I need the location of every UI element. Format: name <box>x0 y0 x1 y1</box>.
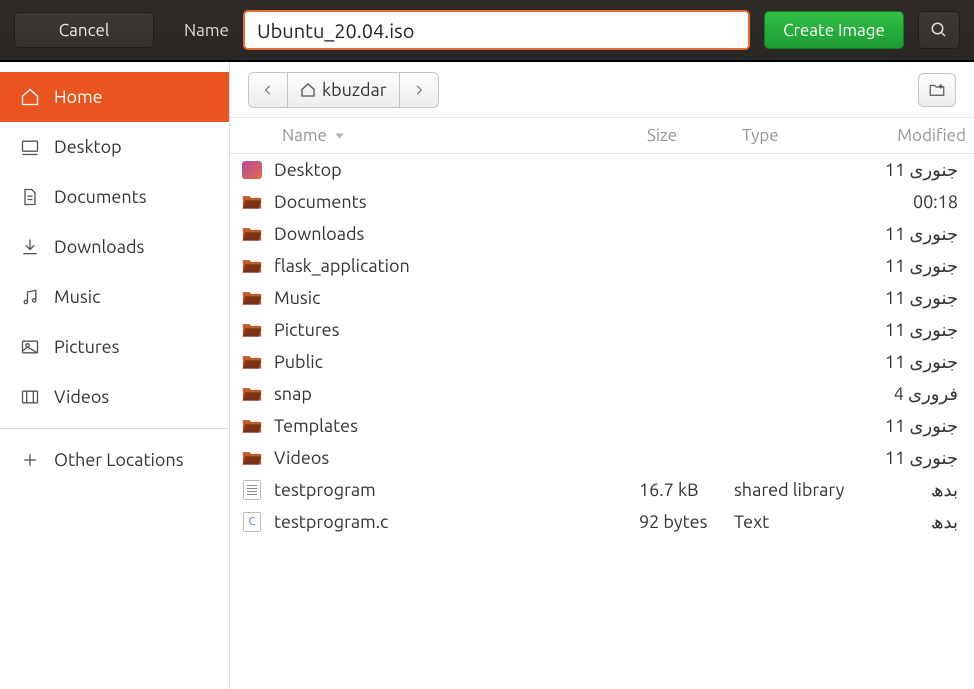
doc-icon <box>20 187 40 207</box>
sidebar-item-downloads[interactable]: Downloads <box>0 222 229 272</box>
sidebar-item-other-locations[interactable]: Other Locations <box>0 435 229 485</box>
c-file-icon: C <box>243 512 261 532</box>
file-name: testprogram <box>274 480 639 500</box>
file-name: Music <box>274 288 639 308</box>
video-icon <box>20 387 40 407</box>
sidebar-item-home[interactable]: Home <box>0 72 229 122</box>
file-name: snap <box>274 384 639 404</box>
sidebar-item-label: Desktop <box>54 137 122 157</box>
sidebar-item-documents[interactable]: Documents <box>0 172 229 222</box>
folder-icon <box>242 385 262 403</box>
file-type: Text <box>734 512 884 532</box>
cancel-button[interactable]: Cancel <box>14 12 154 48</box>
sidebar-item-label: Home <box>54 87 103 107</box>
file-row[interactable]: flask_application 11 جنوری <box>230 250 974 282</box>
file-row[interactable]: Music 11 جنوری <box>230 282 974 314</box>
folder-icon <box>242 417 262 435</box>
file-modified: 11 جنوری <box>884 320 974 341</box>
file-name: Templates <box>274 416 639 436</box>
search-icon <box>930 21 948 39</box>
file-row[interactable]: Ctestprogram.c92 bytesTextبدھ <box>230 506 974 538</box>
folder-icon <box>242 353 262 371</box>
folder-icon <box>242 449 262 467</box>
file-row[interactable]: testprogram16.7 kBshared libraryبدھ <box>230 474 974 506</box>
file-name: Pictures <box>274 320 639 340</box>
path-forward-button[interactable] <box>400 73 438 107</box>
home-icon <box>20 87 40 107</box>
chevron-right-icon <box>412 83 426 97</box>
file-row[interactable]: Pictures 11 جنوری <box>230 314 974 346</box>
search-button[interactable] <box>918 11 960 49</box>
column-size[interactable]: Size <box>639 126 734 145</box>
file-row[interactable]: snap 4 فروری <box>230 378 974 410</box>
folder-icon <box>242 289 262 307</box>
name-label: Name <box>184 21 229 40</box>
file-row[interactable]: Documents 00:18 <box>230 186 974 218</box>
new-folder-icon <box>928 81 946 99</box>
sidebar-item-label: Pictures <box>54 337 119 357</box>
file-row[interactable]: Downloads 11 جنوری <box>230 218 974 250</box>
file-name: flask_application <box>274 256 639 276</box>
sidebar-item-label: Documents <box>54 187 147 207</box>
file-name: Downloads <box>274 224 639 244</box>
file-modified: 11 جنوری <box>884 224 974 245</box>
filename-input[interactable] <box>243 10 750 50</box>
file-modified: 11 جنوری <box>884 160 974 181</box>
file-size: 92 bytes <box>639 512 734 532</box>
file-modified: 4 فروری <box>884 384 974 405</box>
chevron-left-icon <box>261 83 275 97</box>
download-icon <box>20 237 40 257</box>
new-folder-button[interactable] <box>918 73 956 107</box>
file-name: testprogram.c <box>274 512 639 532</box>
path-current[interactable]: kbuzdar <box>288 73 400 107</box>
file-modified: 00:18 <box>884 192 974 212</box>
file-name: Public <box>274 352 639 372</box>
path-current-label: kbuzdar <box>322 80 387 100</box>
file-type: shared library <box>734 480 884 500</box>
sidebar-item-label: Music <box>54 287 100 307</box>
sidebar-item-label: Other Locations <box>54 450 184 470</box>
file-name: Desktop <box>274 160 639 180</box>
folder-icon <box>242 257 262 275</box>
file-row[interactable]: Templates 11 جنوری <box>230 410 974 442</box>
folder-icon <box>242 225 262 243</box>
file-icon <box>243 480 261 500</box>
create-image-button[interactable]: Create Image <box>764 11 904 49</box>
file-size: 16.7 kB <box>639 480 734 500</box>
file-row[interactable]: Public 11 جنوری <box>230 346 974 378</box>
file-modified: بدھ <box>884 480 974 501</box>
sidebar-item-label: Videos <box>54 387 109 407</box>
desktop-icon <box>20 137 40 157</box>
file-modified: 11 جنوری <box>884 448 974 469</box>
picture-icon <box>20 337 40 357</box>
music-icon <box>20 287 40 307</box>
plus-icon <box>20 450 40 470</box>
file-row[interactable]: Desktop 11 جنوری <box>230 154 974 186</box>
column-name[interactable]: Name <box>274 126 639 145</box>
sidebar-item-videos[interactable]: Videos <box>0 372 229 422</box>
file-name: Documents <box>274 192 639 212</box>
folder-icon <box>242 321 262 339</box>
home-icon <box>300 82 316 98</box>
file-modified: 11 جنوری <box>884 352 974 373</box>
sort-desc-icon <box>333 129 346 142</box>
path-back-button[interactable] <box>249 73 288 107</box>
file-row[interactable]: Videos 11 جنوری <box>230 442 974 474</box>
sidebar-item-pictures[interactable]: Pictures <box>0 322 229 372</box>
desktop-icon <box>242 161 262 179</box>
column-type[interactable]: Type <box>734 126 884 145</box>
file-modified: بدھ <box>884 512 974 533</box>
sidebar-item-label: Downloads <box>54 237 144 257</box>
sidebar-item-desktop[interactable]: Desktop <box>0 122 229 172</box>
file-name: Videos <box>274 448 639 468</box>
sidebar-item-music[interactable]: Music <box>0 272 229 322</box>
file-modified: 11 جنوری <box>884 256 974 277</box>
sidebar: Home Desktop Documents Downloads Music Pictur… <box>0 62 230 689</box>
file-modified: 11 جنوری <box>884 416 974 437</box>
column-modified[interactable]: Modified <box>884 126 974 145</box>
file-modified: 11 جنوری <box>884 288 974 309</box>
folder-icon <box>242 193 262 211</box>
